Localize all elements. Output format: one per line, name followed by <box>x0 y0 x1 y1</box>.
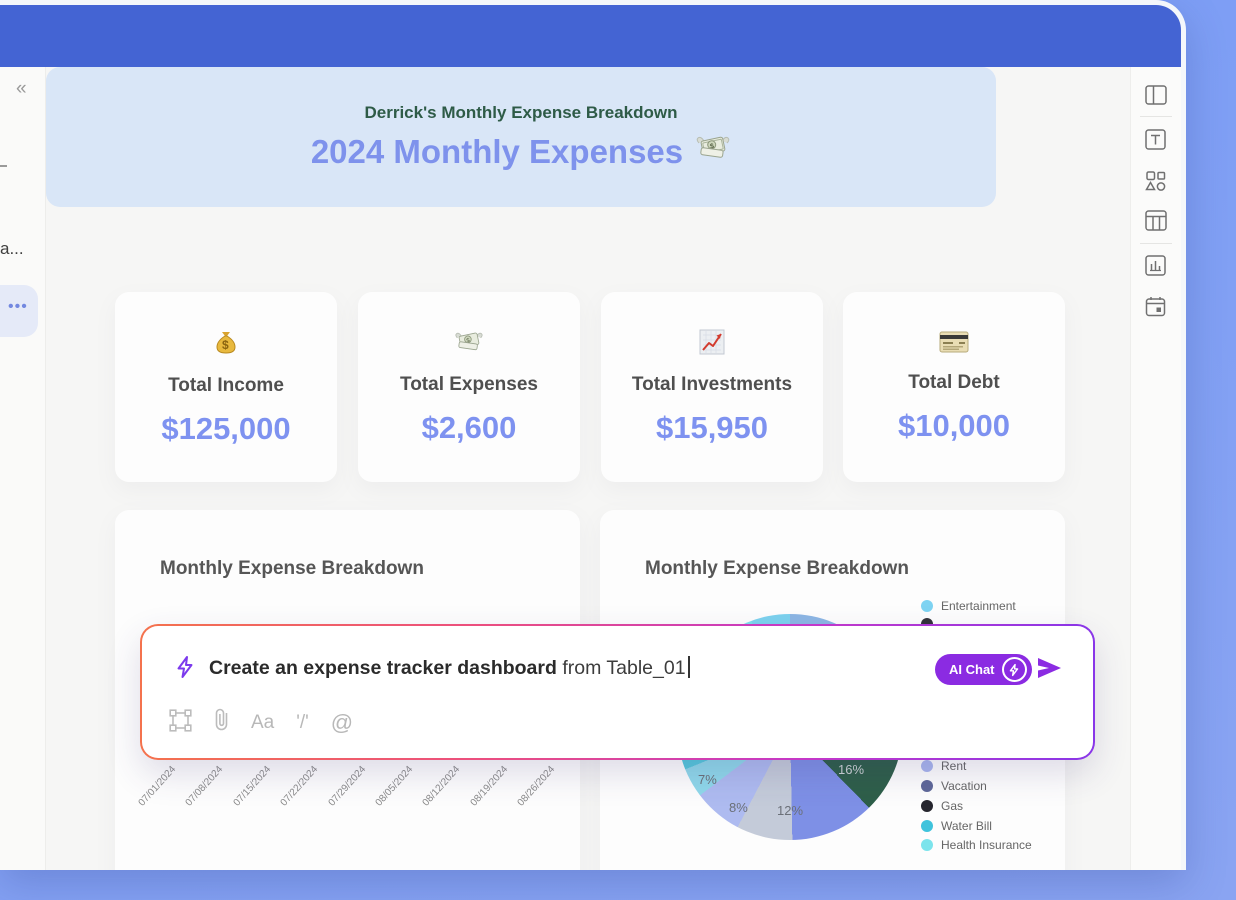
pie-slice-label: 16% <box>838 762 865 777</box>
dashboard-canvas: Derrick's Monthly Expense Breakdown 2024… <box>46 67 1130 870</box>
sidebar-item-truncated[interactable]: a... <box>0 239 24 259</box>
more-options-icon[interactable]: ••• <box>8 298 28 316</box>
toolbar-divider <box>1140 116 1172 117</box>
chat-prompt-text[interactable]: Create an expense tracker dashboard from… <box>209 656 690 680</box>
paperclip-icon[interactable] <box>214 708 229 737</box>
ai-chat-label: AI Chat <box>949 662 995 677</box>
app-window: « a... ••• Derrick's Monthly Expense Bre… <box>0 0 1186 870</box>
legend-label: Water Bill <box>941 819 992 833</box>
legend-dot <box>921 760 933 772</box>
stat-value: $125,000 <box>161 410 291 446</box>
shapes-icon[interactable] <box>1145 170 1167 197</box>
sidebar-item-active[interactable]: ••• <box>0 285 38 337</box>
calendar-icon[interactable] <box>1145 296 1166 322</box>
stat-card-total-income: $ Total Income $125,000 <box>115 292 337 482</box>
money-with-wings-icon: $ <box>695 133 731 171</box>
bolt-badge-icon <box>1001 657 1027 682</box>
legend-item: Health Insurance <box>921 838 1032 852</box>
ai-chat-input[interactable]: Create an expense tracker dashboard from… <box>142 626 1093 758</box>
pie-slice-label: 12% <box>777 803 804 818</box>
legend-dot <box>921 600 933 612</box>
stat-value: $10,000 <box>897 407 1011 443</box>
hero-subtitle: Derrick's Monthly Expense Breakdown <box>364 103 678 122</box>
screen: « a... ••• Derrick's Monthly Expense Bre… <box>0 0 1236 900</box>
legend-label: Vacation <box>941 779 987 793</box>
chat-prompt-rest: from Table_01 <box>556 657 686 679</box>
money-with-wings-icon: $ <box>454 329 484 360</box>
credit-card-icon <box>939 331 969 358</box>
app-top-bar <box>0 5 1181 67</box>
text-style-icon[interactable]: Aa <box>251 712 274 734</box>
hero-title: 2024 Monthly Expenses $ <box>311 133 731 171</box>
legend-label: Health Insurance <box>941 838 1032 852</box>
collapse-sidebar-icon[interactable]: « <box>16 78 27 100</box>
legend-dot <box>921 820 933 832</box>
toolbar-divider <box>1140 243 1172 244</box>
stat-value: $2,600 <box>421 409 517 445</box>
stat-value: $15,950 <box>655 409 769 445</box>
stat-card-total-debt: Total Debt $10,000 <box>843 292 1065 482</box>
left-sidebar: « a... ••• <box>0 67 46 870</box>
money-bag-icon: $ <box>212 328 240 361</box>
chart-increasing-icon <box>699 329 725 360</box>
legend-dot <box>921 780 933 792</box>
stat-label: Total Investments <box>631 373 793 395</box>
stat-card-total-expenses: $ Total Expenses $2,600 <box>358 292 580 482</box>
frame-select-icon[interactable] <box>169 708 192 737</box>
chat-toolbar: Aa '/' @ <box>169 708 353 737</box>
text-box-icon[interactable] <box>1145 129 1166 155</box>
slash-command-icon[interactable]: '/' <box>296 712 309 734</box>
text-cursor <box>687 656 690 678</box>
chat-prompt-bold: Create an expense tracker dashboard <box>209 657 557 679</box>
stat-label: Total Income <box>168 374 284 396</box>
legend-label: Rent <box>941 759 967 773</box>
pie-slice-label: 8% <box>729 800 748 815</box>
legend-label: Entertainment <box>941 599 1016 613</box>
send-icon[interactable] <box>1035 655 1063 686</box>
stat-label: Total Debt <box>908 371 1000 393</box>
panel-layout-icon[interactable] <box>1145 85 1167 110</box>
table-icon[interactable] <box>1145 210 1167 236</box>
ai-chat-mode-button[interactable]: AI Chat <box>935 654 1032 685</box>
bar-chart-title: Monthly Expense Breakdown <box>160 558 424 579</box>
legend-item: Gas <box>921 799 963 813</box>
ai-chat-input-container: Create an expense tracker dashboard from… <box>140 624 1095 760</box>
sidebar-item-fragment <box>0 165 7 167</box>
right-toolbar <box>1130 67 1181 870</box>
legend-label: Gas <box>941 799 964 813</box>
stat-card-total-investments: Total Investments $15,950 <box>601 292 823 482</box>
lightning-bolt-icon <box>174 655 196 684</box>
hero-banner: Derrick's Monthly Expense Breakdown 2024… <box>46 67 996 207</box>
legend-item: Water Bill <box>921 819 992 833</box>
pie-slice-label: 7% <box>698 772 717 787</box>
svg-text:$: $ <box>222 338 229 352</box>
stat-label: Total Expenses <box>400 373 538 395</box>
hero-title-text: 2024 Monthly Expenses <box>310 133 684 170</box>
legend-dot <box>921 839 933 851</box>
legend-item: Entertainment <box>921 599 1016 613</box>
mention-icon[interactable]: @ <box>331 710 353 736</box>
pie-chart-title: Monthly Expense Breakdown <box>645 558 909 579</box>
legend-item: Vacation <box>921 779 987 793</box>
legend-dot <box>921 800 933 812</box>
legend-item: Rent <box>921 759 966 773</box>
bar-chart-icon[interactable] <box>1145 255 1166 281</box>
